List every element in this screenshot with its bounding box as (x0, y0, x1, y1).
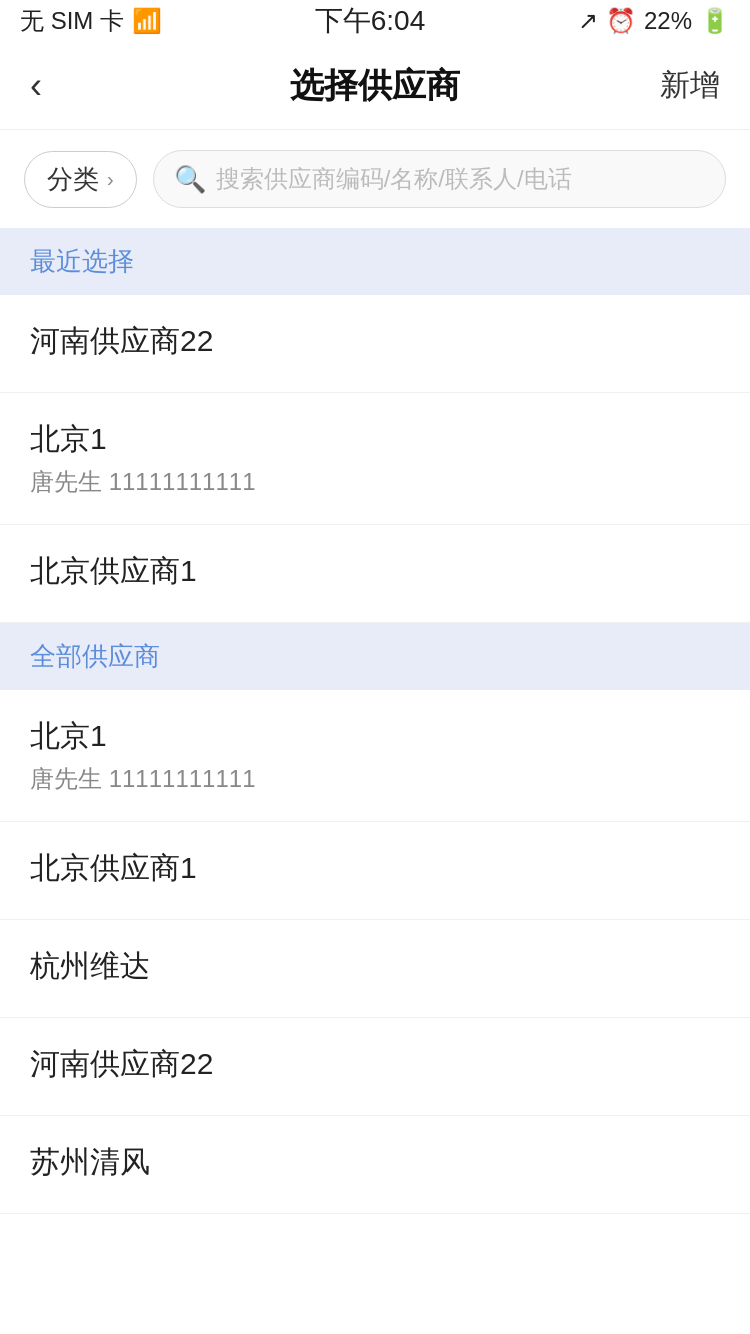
chevron-right-icon: › (107, 168, 114, 191)
nav-bar: ‹ 选择供应商 新增 (0, 42, 750, 130)
item-sub: 唐先生 11111111111 (30, 763, 720, 795)
list-item[interactable]: 杭州维达 (0, 920, 750, 1018)
item-sub: 唐先生 11111111111 (30, 466, 720, 498)
item-name: 河南供应商22 (30, 321, 720, 362)
list-item[interactable]: 河南供应商22 (0, 1018, 750, 1116)
item-name: 北京供应商1 (30, 848, 720, 889)
item-name: 北京1 (30, 716, 720, 757)
list-item[interactable]: 北京1 唐先生 11111111111 (0, 690, 750, 822)
wifi-icon: 📶 (132, 7, 162, 35)
battery-icon: 🔋 (700, 7, 730, 35)
category-button[interactable]: 分类 › (24, 151, 137, 208)
add-new-button[interactable]: 新增 (660, 65, 720, 106)
item-name: 苏州清风 (30, 1142, 720, 1183)
list-item[interactable]: 北京供应商1 (0, 822, 750, 920)
sections-container: 最近选择河南供应商22 北京1 唐先生 11111111111 北京供应商1 全部供应商… (0, 228, 750, 1214)
list-item[interactable]: 北京1 唐先生 11111111111 (0, 393, 750, 525)
search-icon: 🔍 (174, 164, 206, 195)
page-title: 选择供应商 (290, 63, 460, 109)
back-button[interactable]: ‹ (30, 65, 90, 107)
item-name: 北京供应商1 (30, 551, 720, 592)
item-name: 河南供应商22 (30, 1044, 720, 1085)
search-bar[interactable]: 🔍 搜索供应商编码/名称/联系人/电话 (153, 150, 726, 208)
list-item[interactable]: 北京供应商1 (0, 525, 750, 623)
battery-label: 22% (644, 7, 692, 35)
sim-label: 无 SIM 卡 (20, 5, 124, 37)
category-label: 分类 (47, 162, 99, 197)
item-name: 北京1 (30, 419, 720, 460)
filter-bar: 分类 › 🔍 搜索供应商编码/名称/联系人/电话 (0, 130, 750, 228)
list-item[interactable]: 河南供应商22 (0, 295, 750, 393)
section-header-all: 全部供应商 (0, 623, 750, 690)
location-icon: ↗ (578, 7, 598, 35)
status-time: 下午6:04 (315, 2, 426, 40)
alarm-icon: ⏰ (606, 7, 636, 35)
section-header-recent: 最近选择 (0, 228, 750, 295)
status-right: ↗ ⏰ 22% 🔋 (578, 7, 730, 35)
status-left: 无 SIM 卡 📶 (20, 5, 162, 37)
search-placeholder: 搜索供应商编码/名称/联系人/电话 (216, 163, 572, 195)
list-item[interactable]: 苏州清风 (0, 1116, 750, 1214)
status-bar: 无 SIM 卡 📶 下午6:04 ↗ ⏰ 22% 🔋 (0, 0, 750, 42)
item-name: 杭州维达 (30, 946, 720, 987)
